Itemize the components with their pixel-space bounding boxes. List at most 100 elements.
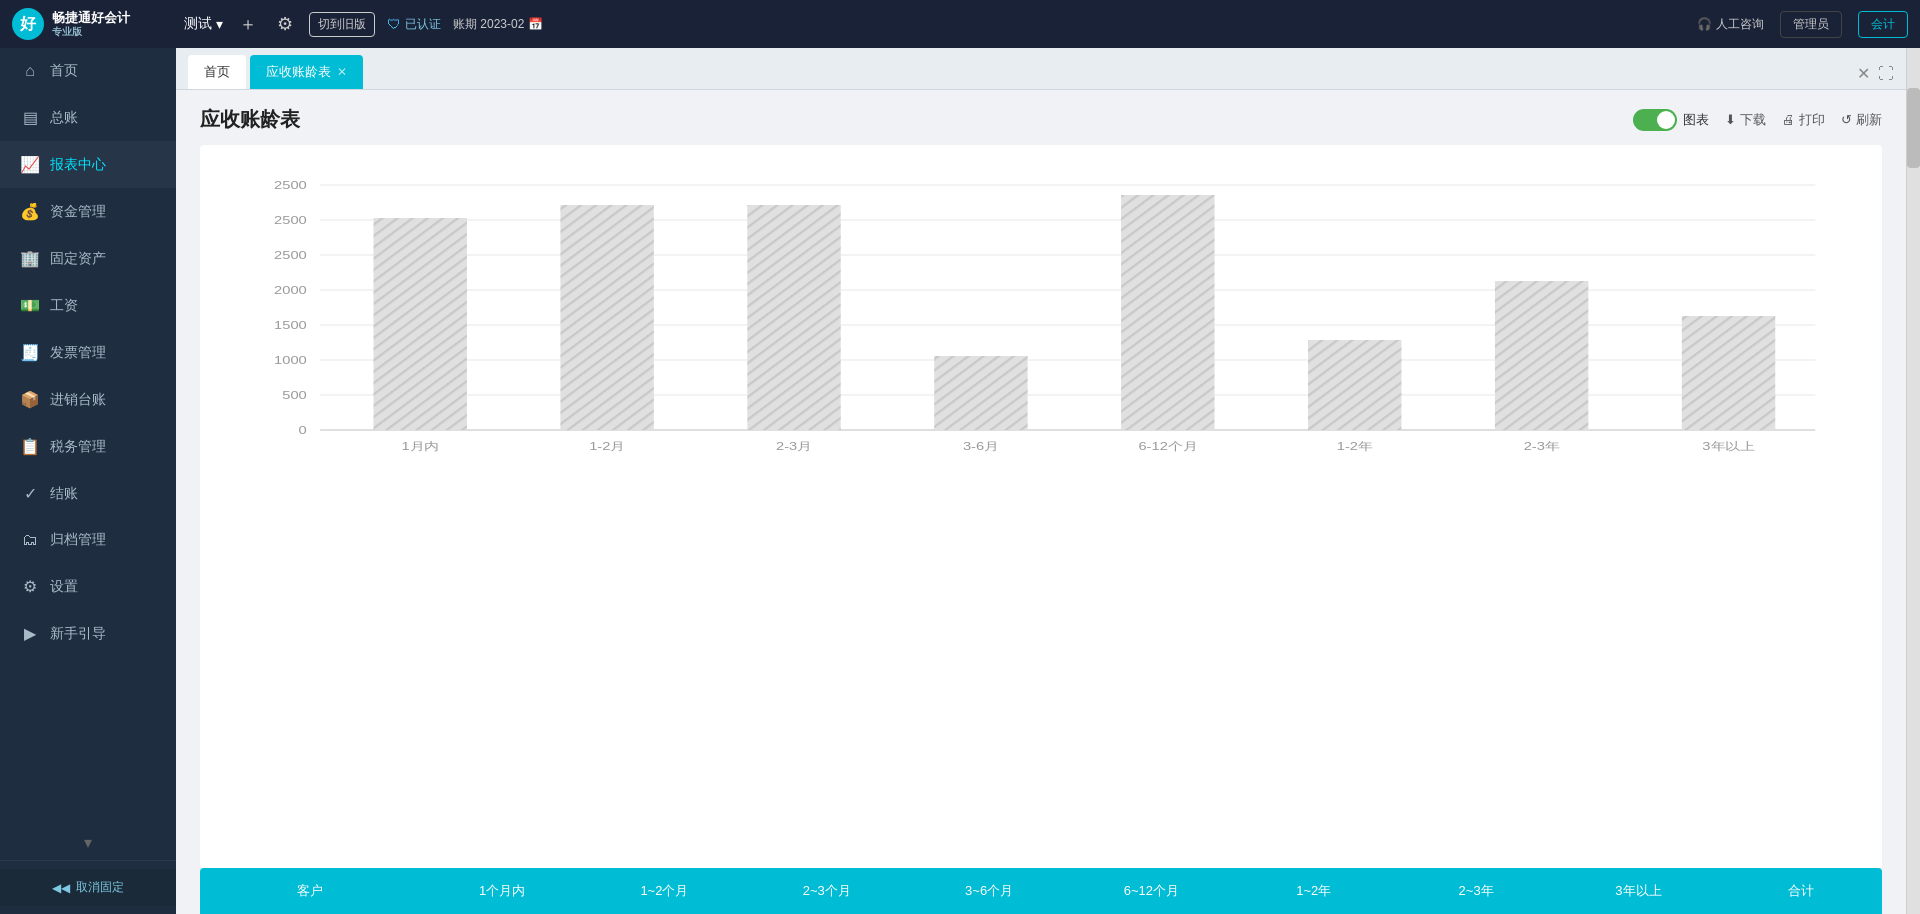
- bar-1-2月: [560, 205, 653, 430]
- svg-text:2-3年: 2-3年: [1524, 440, 1560, 453]
- refresh-label: 刷新: [1856, 111, 1882, 129]
- col-1-2year: 1~2年: [1233, 868, 1395, 914]
- sidebar-item-newbie[interactable]: ▶ 新手引导: [0, 610, 176, 657]
- col-1month: 1个月内: [421, 868, 583, 914]
- refresh-button[interactable]: ↺ 刷新: [1841, 111, 1882, 129]
- sidebar-item-assets[interactable]: 🏢 固定资产: [0, 235, 176, 282]
- content-main: 首页 应收账龄表 ✕ ✕ ⛶ 应收账龄表: [176, 48, 1906, 914]
- topbar: 好 畅捷通好会计 专业版 测试 ▾ ＋ ⚙ 切到旧版 🛡 已认证 账期 2023…: [0, 0, 1920, 48]
- chart-toggle: 图表: [1633, 109, 1709, 131]
- sidebar-item-archive[interactable]: 🗂 归档管理: [0, 517, 176, 563]
- sidebar-item-invoice-label: 发票管理: [50, 344, 106, 362]
- cancel-fixed-button[interactable]: ◀◀ 取消固定: [0, 869, 176, 906]
- print-label: 打印: [1799, 111, 1825, 129]
- sidebar-item-settings[interactable]: ⚙ 设置: [0, 563, 176, 610]
- shield-icon: 🛡: [387, 16, 401, 32]
- scroll-thumb[interactable]: [1907, 88, 1920, 168]
- sidebar-item-closing-label: 结账: [50, 485, 78, 503]
- switch-version-button[interactable]: 切到旧版: [309, 12, 375, 37]
- calendar-icon[interactable]: 📅: [528, 17, 543, 31]
- ledger-icon: ▤: [20, 108, 40, 127]
- svg-text:1-2年: 1-2年: [1337, 440, 1373, 453]
- bar-1-2年: [1308, 340, 1401, 430]
- sidebar-item-funds[interactable]: 💰 资金管理: [0, 188, 176, 235]
- cancel-fixed-label: 取消固定: [76, 879, 124, 896]
- sidebar-item-sales[interactable]: 📦 进销台账: [0, 376, 176, 423]
- sidebar-item-payroll[interactable]: 💵 工资: [0, 282, 176, 329]
- toggle-switch[interactable]: [1633, 109, 1677, 131]
- svg-text:0: 0: [299, 424, 307, 437]
- bar-2-3月: [747, 205, 840, 430]
- download-label: 下载: [1740, 111, 1766, 129]
- bar-3-6月: [934, 356, 1027, 430]
- svg-text:2000: 2000: [274, 284, 307, 297]
- tab-receivable-aging[interactable]: 应收账龄表 ✕: [250, 55, 363, 89]
- play-icon: ▶: [20, 624, 40, 643]
- add-button[interactable]: ＋: [235, 10, 261, 38]
- sidebar-item-tax[interactable]: 📋 税务管理: [0, 423, 176, 470]
- certified-text: 已认证: [405, 16, 441, 33]
- sidebar-item-tax-label: 税务管理: [50, 438, 106, 456]
- sidebar-scroll[interactable]: ⌂ 首页 ▤ 总账 📈 报表中心 💰 资金管理 🏢 固定资产 💵 工资: [0, 48, 176, 825]
- page-actions: 图表 ⬇ 下载 🖨 打印 ↺ 刷新: [1633, 109, 1882, 131]
- svg-text:500: 500: [282, 389, 306, 402]
- tabs-bar: 首页 应收账龄表 ✕ ✕ ⛶: [176, 48, 1906, 90]
- page-header: 应收账龄表 图表 ⬇ 下载 🖨: [176, 90, 1906, 145]
- sidebar-item-home-label: 首页: [50, 62, 78, 80]
- assets-icon: 🏢: [20, 249, 40, 268]
- manager-button[interactable]: 管理员: [1780, 11, 1842, 38]
- bar-3年以上: [1682, 316, 1775, 430]
- accountant-button[interactable]: 会计: [1858, 11, 1908, 38]
- sidebar-item-home[interactable]: ⌂ 首页: [0, 48, 176, 94]
- expand-tab-button[interactable]: ⛶: [1878, 64, 1894, 83]
- sidebar-item-reports[interactable]: 📈 报表中心: [0, 141, 176, 188]
- sidebar-scroll-down[interactable]: ▾: [0, 825, 176, 860]
- certified-badge: 🛡 已认证: [387, 16, 441, 33]
- sidebar-item-ledger[interactable]: ▤ 总账: [0, 94, 176, 141]
- sidebar-item-payroll-label: 工资: [50, 297, 78, 315]
- tab-close-icon[interactable]: ✕: [337, 65, 347, 79]
- col-6-12month: 6~12个月: [1070, 868, 1232, 914]
- period-label: 账期: [453, 17, 477, 31]
- consult-button[interactable]: 🎧 人工咨询: [1697, 16, 1764, 33]
- svg-text:6-12个月: 6-12个月: [1138, 440, 1197, 453]
- reports-icon: 📈: [20, 155, 40, 174]
- logo-icon: 好: [12, 8, 44, 40]
- tax-icon: 📋: [20, 437, 40, 456]
- sidebar-item-closing[interactable]: ✓ 结账: [0, 470, 176, 517]
- sales-icon: 📦: [20, 390, 40, 409]
- bar-1月内: [374, 218, 467, 430]
- close-tab-button[interactable]: ✕: [1857, 64, 1870, 83]
- settings-button[interactable]: ⚙: [273, 11, 297, 37]
- closing-icon: ✓: [20, 484, 40, 503]
- print-button[interactable]: 🖨 打印: [1782, 111, 1825, 129]
- col-3-6month: 3~6个月: [908, 868, 1070, 914]
- period-value: 2023-02: [480, 17, 524, 31]
- home-icon: ⌂: [20, 62, 40, 80]
- dropdown-icon: ▾: [216, 16, 223, 32]
- logo-sub: 专业版: [52, 26, 130, 38]
- download-icon: ⬇: [1725, 112, 1736, 127]
- svg-text:2500: 2500: [274, 249, 307, 262]
- download-button[interactable]: ⬇ 下载: [1725, 111, 1766, 129]
- sidebar-item-invoice[interactable]: 🧾 发票管理: [0, 329, 176, 376]
- svg-text:3-6月: 3-6月: [963, 440, 999, 453]
- col-2-3month: 2~3个月: [746, 868, 908, 914]
- logo-main: 畅捷通好会计: [52, 10, 130, 26]
- tabs-actions: ✕ ⛶: [1857, 64, 1894, 83]
- tab-home[interactable]: 首页: [188, 55, 246, 89]
- invoice-icon: 🧾: [20, 343, 40, 362]
- bar-chart: 2500 2500 2500 2000 1500 1000 500 0: [240, 165, 1842, 485]
- funds-icon: 💰: [20, 202, 40, 221]
- svg-text:1500: 1500: [274, 319, 307, 332]
- svg-text:2500: 2500: [274, 214, 307, 227]
- consult-label: 人工咨询: [1716, 16, 1764, 33]
- right-scrollbar[interactable]: [1906, 48, 1920, 914]
- workspace-selector[interactable]: 测试 ▾: [184, 15, 223, 33]
- period-info: 账期 2023-02 📅: [453, 16, 543, 33]
- sidebar-item-archive-label: 归档管理: [50, 531, 106, 549]
- topbar-center: 测试 ▾ ＋ ⚙ 切到旧版 🛡 已认证 账期 2023-02 📅: [184, 10, 1685, 38]
- chart-inner: 2500 2500 2500 2000 1500 1000 500 0: [200, 145, 1882, 868]
- sidebar-item-funds-label: 资金管理: [50, 203, 106, 221]
- tab-home-label: 首页: [204, 63, 230, 81]
